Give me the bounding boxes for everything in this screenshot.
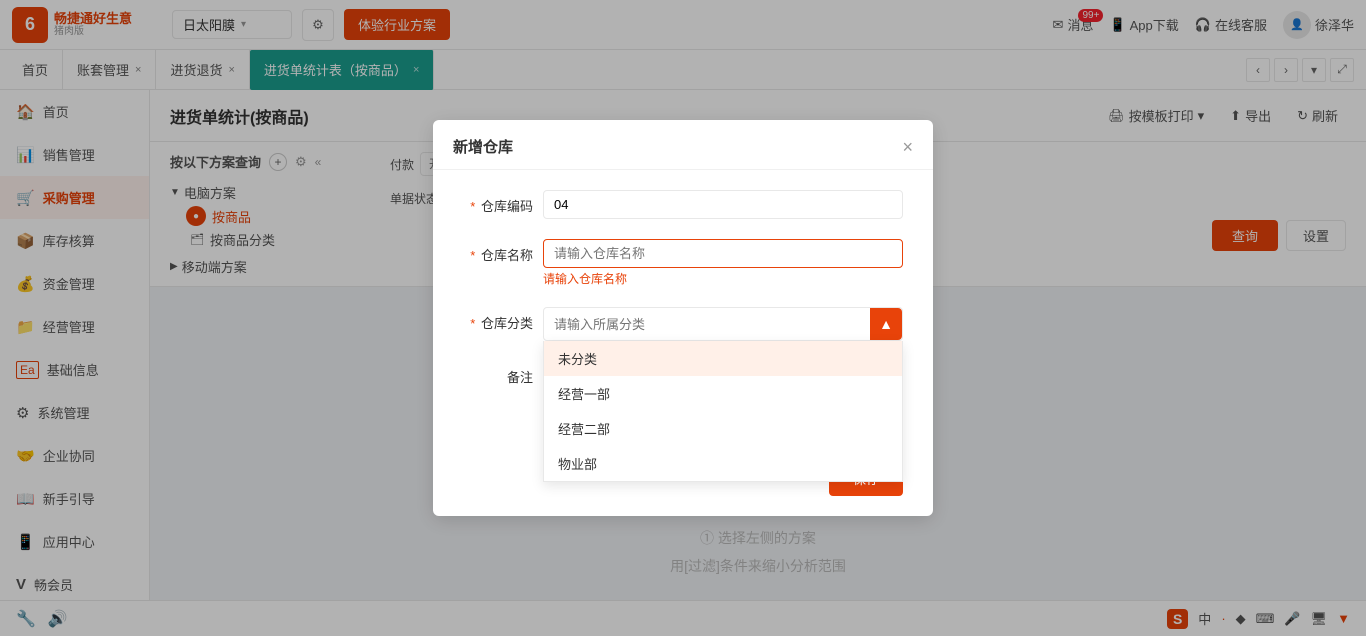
code-col — [543, 190, 903, 219]
modal-title: 新增仓库 — [453, 136, 513, 157]
name-label: * 仓库名称 — [463, 239, 533, 264]
category-wrapper: ▲ 未分类 经营一部 经营二部 物业部 — [543, 307, 903, 341]
modal-close-button[interactable]: × — [902, 138, 913, 156]
form-row-name: * 仓库名称 请输入仓库名称 — [463, 239, 903, 287]
form-row-category: * 仓库分类 ▲ 未分类 经营一部 经营二部 物业部 — [463, 307, 903, 341]
name-input[interactable] — [543, 239, 903, 268]
category-dropdown: 未分类 经营一部 经营二部 物业部 — [543, 341, 903, 482]
required-mark2: * — [470, 248, 475, 263]
dropdown-item-dept1[interactable]: 经营一部 — [544, 376, 902, 411]
dropdown-item-uncategorized[interactable]: 未分类 — [544, 341, 902, 376]
add-warehouse-modal: 新增仓库 × * 仓库编码 * 仓库名称 请输入仓库名称 — [433, 120, 933, 516]
dropdown-item-dept3[interactable]: 物业部 — [544, 446, 902, 481]
code-label: * 仓库编码 — [463, 190, 533, 215]
category-toggle-button[interactable]: ▲ — [870, 308, 902, 340]
required-mark: * — [470, 199, 475, 214]
name-error-msg: 请输入仓库名称 — [543, 270, 903, 287]
category-label: * 仓库分类 — [463, 307, 533, 332]
category-input-row: ▲ — [543, 307, 903, 341]
required-mark3: * — [470, 316, 475, 331]
code-input[interactable] — [543, 190, 903, 219]
note-label: 备注 — [463, 361, 533, 386]
name-col: 请输入仓库名称 — [543, 239, 903, 287]
modal-header: 新增仓库 × — [433, 120, 933, 170]
form-row-code: * 仓库编码 — [463, 190, 903, 219]
category-input[interactable] — [544, 311, 870, 338]
modal-body: * 仓库编码 * 仓库名称 请输入仓库名称 * 仓库分类 — [433, 170, 933, 461]
dropdown-item-dept2[interactable]: 经营二部 — [544, 411, 902, 446]
